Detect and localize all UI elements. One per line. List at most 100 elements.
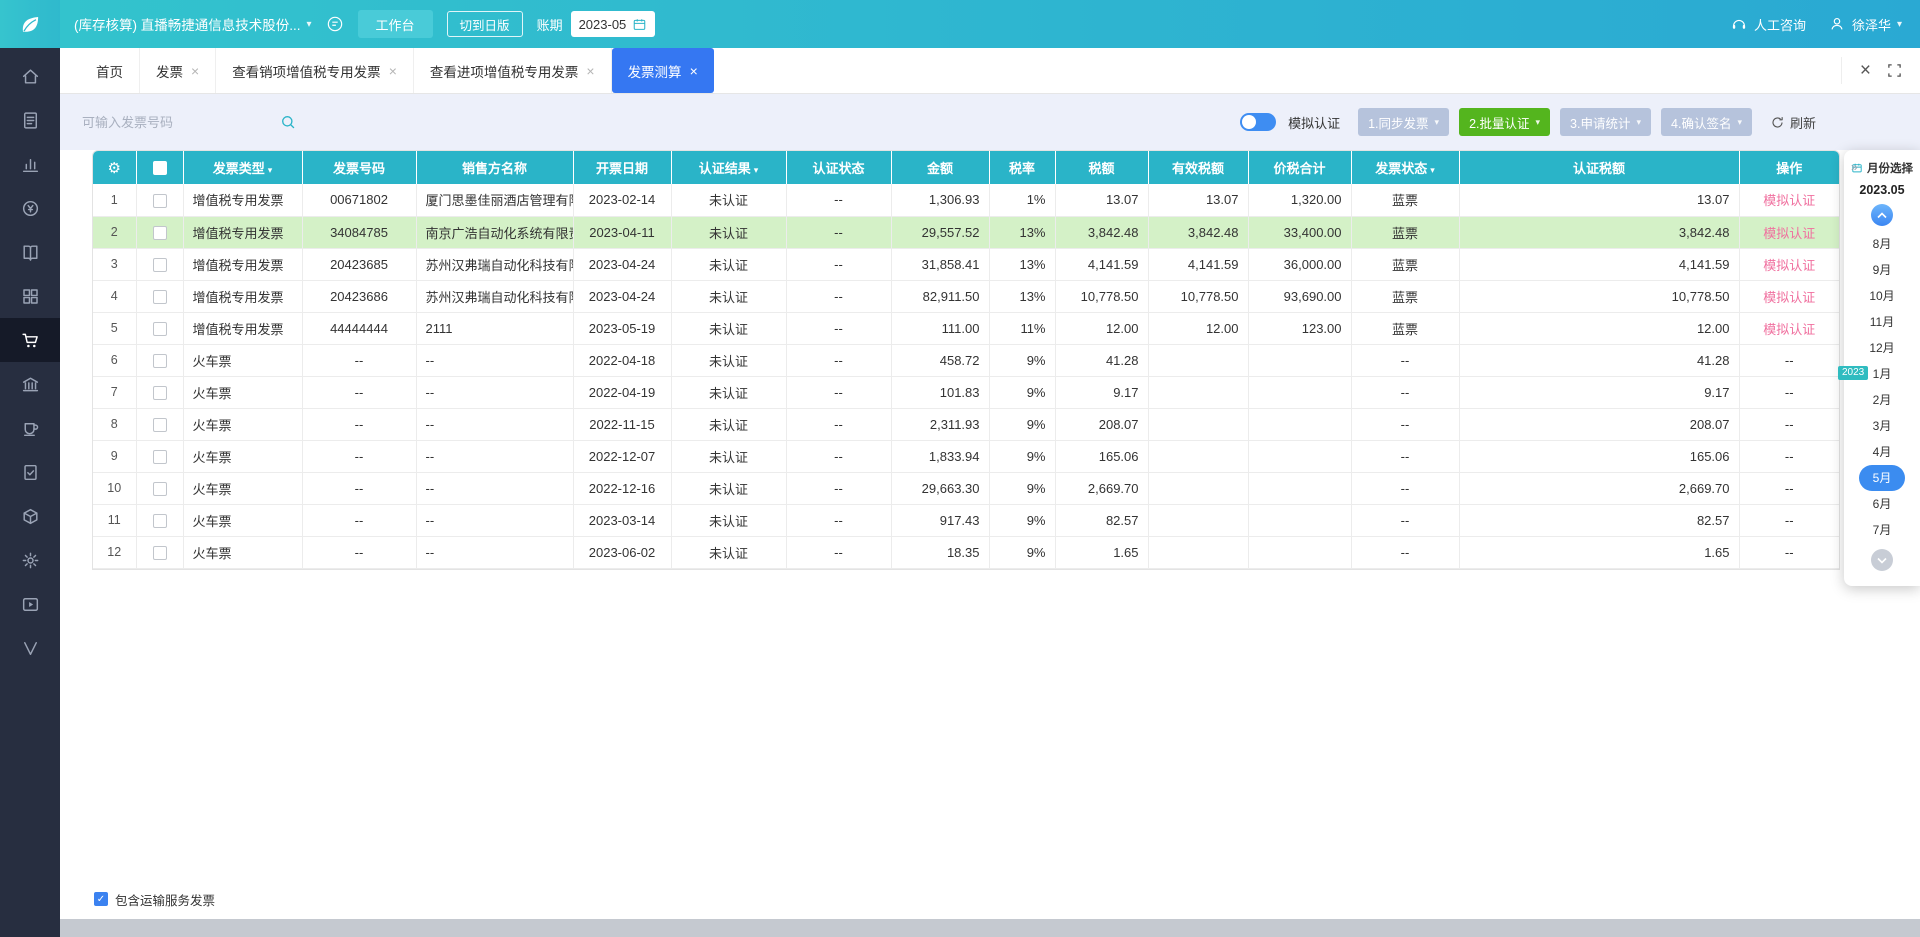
- row-checkbox[interactable]: [152, 225, 167, 240]
- sidebar-item-home[interactable]: [0, 54, 60, 98]
- column-header-label: 发票状态: [1375, 161, 1428, 176]
- column-header-valid-tax[interactable]: 有效税额: [1148, 151, 1249, 184]
- month-item[interactable]: 11月: [1859, 309, 1905, 335]
- tab-2[interactable]: 查看销项增值税专用发票 ×: [216, 48, 414, 93]
- sidebar-item-brand[interactable]: [0, 626, 60, 670]
- cell-amount: 111.00: [891, 312, 990, 345]
- month-item[interactable]: 9月: [1859, 257, 1905, 283]
- period-picker[interactable]: 2023-05: [570, 11, 656, 37]
- row-checkbox[interactable]: [152, 353, 167, 368]
- row-checkbox[interactable]: [152, 321, 167, 336]
- tab-close-icon[interactable]: ×: [191, 64, 199, 78]
- tab-close-icon[interactable]: ×: [389, 64, 397, 78]
- app-logo[interactable]: [0, 0, 60, 48]
- row-checkbox[interactable]: [152, 257, 167, 272]
- tab-1[interactable]: 发票 ×: [140, 48, 217, 93]
- month-item[interactable]: 10月: [1859, 283, 1905, 309]
- cell-auth-status: --: [786, 248, 892, 281]
- row-checkbox[interactable]: [152, 481, 167, 496]
- sidebar-item-ledger[interactable]: [0, 230, 60, 274]
- sidebar-item-modules[interactable]: [0, 274, 60, 318]
- column-header-tax-amount[interactable]: 税额: [1055, 151, 1149, 184]
- column-header-tax-rate[interactable]: 税率: [989, 151, 1056, 184]
- month-item[interactable]: 7月: [1859, 517, 1905, 543]
- column-header-amount[interactable]: 金额: [891, 151, 990, 184]
- cell-tax-rate: 9%: [989, 536, 1056, 569]
- tab-3[interactable]: 查看进项增值税专用发票 ×: [414, 48, 612, 93]
- row-checkbox[interactable]: [152, 513, 167, 528]
- simulate-auth-link[interactable]: 模拟认证: [1763, 258, 1815, 273]
- column-header-invoice-date[interactable]: 开票日期: [573, 151, 672, 184]
- simulate-auth-link[interactable]: 模拟认证: [1763, 193, 1815, 208]
- cell-amount: 1,306.93: [891, 184, 990, 217]
- sidebar-item-purchase[interactable]: [0, 318, 60, 362]
- tab-0[interactable]: 首页: [80, 48, 140, 93]
- sidebar-item-invoice[interactable]: [0, 98, 60, 142]
- row-checkbox[interactable]: [152, 289, 167, 304]
- action-button-4[interactable]: 4.确认签名 ▾: [1661, 108, 1752, 136]
- month-item[interactable]: 12月: [1859, 335, 1905, 361]
- column-settings-gear-icon[interactable]: ⚙: [108, 159, 121, 177]
- notice-icon[interactable]: [326, 15, 344, 33]
- row-checkbox[interactable]: [152, 449, 167, 464]
- column-header-seller-name[interactable]: 销售方名称: [416, 151, 574, 184]
- sidebar-item-settings[interactable]: [0, 538, 60, 582]
- simulate-auth-toggle[interactable]: [1240, 113, 1277, 131]
- simulate-auth-link[interactable]: 模拟认证: [1763, 322, 1815, 337]
- sidebar-item-report[interactable]: [0, 142, 60, 186]
- collapse-panel-icon[interactable]: »: [1851, 160, 1858, 174]
- column-header-auth-status[interactable]: 认证状态: [786, 151, 892, 184]
- refresh-button[interactable]: 刷新: [1770, 113, 1816, 132]
- column-header-auth-tax[interactable]: 认证税额: [1459, 151, 1740, 184]
- scroll-down-button[interactable]: [1871, 549, 1893, 571]
- fullscreen-icon[interactable]: [1887, 63, 1902, 78]
- month-item[interactable]: 8月: [1859, 231, 1905, 257]
- column-header-invoice-number[interactable]: 发票号码: [302, 151, 417, 184]
- tab-close-icon[interactable]: ×: [586, 64, 594, 78]
- simulate-auth-link[interactable]: 模拟认证: [1763, 290, 1815, 305]
- sidebar-item-audit[interactable]: [0, 450, 60, 494]
- column-header-operation[interactable]: 操作: [1739, 151, 1839, 184]
- sidebar-item-service[interactable]: [0, 406, 60, 450]
- filter-caret-icon[interactable]: ▾: [1430, 165, 1435, 175]
- row-checkbox[interactable]: [152, 385, 167, 400]
- action-button-1[interactable]: 1.同步发票 ▾: [1358, 108, 1450, 136]
- month-item[interactable]: 3月: [1859, 413, 1905, 439]
- filter-caret-icon[interactable]: ▾: [754, 165, 759, 175]
- search-input[interactable]: [82, 114, 274, 130]
- month-item[interactable]: 2月: [1859, 387, 1905, 413]
- user-menu[interactable]: 徐泽华 ▾: [1828, 15, 1902, 34]
- filter-caret-icon[interactable]: ▾: [268, 165, 273, 175]
- action-button-3[interactable]: 3.申请统计 ▾: [1560, 108, 1652, 136]
- close-tab-icon[interactable]: ×: [1860, 61, 1871, 80]
- cell-auth-result: 未认证: [671, 472, 787, 505]
- invoice-search: [82, 114, 297, 131]
- tab-4[interactable]: 发票测算 ×: [611, 48, 714, 93]
- row-checkbox[interactable]: [152, 545, 167, 560]
- sidebar-item-cash[interactable]: [0, 186, 60, 230]
- sidebar-item-video[interactable]: [0, 582, 60, 626]
- column-header-total-with-tax[interactable]: 价税合计: [1248, 151, 1352, 184]
- month-item[interactable]: 5月: [1859, 465, 1905, 491]
- column-header-auth-result[interactable]: 认证结果 ▾: [671, 151, 787, 184]
- company-selector[interactable]: (库存核算) 直播畅捷通信息技术股份... ▾: [74, 14, 312, 34]
- sidebar-item-inventory[interactable]: [0, 494, 60, 538]
- row-checkbox[interactable]: [152, 417, 167, 432]
- sidebar-item-asset[interactable]: [0, 362, 60, 406]
- month-item[interactable]: 6月: [1859, 491, 1905, 517]
- select-all-checkbox[interactable]: [152, 161, 167, 176]
- workbench-button[interactable]: 工作台: [357, 10, 433, 38]
- tab-close-icon[interactable]: ×: [690, 64, 698, 78]
- row-checkbox[interactable]: [152, 193, 167, 208]
- column-header-invoice-status[interactable]: 发票状态 ▾: [1351, 151, 1460, 184]
- action-button-2[interactable]: 2.批量认证 ▾: [1459, 108, 1551, 136]
- month-item[interactable]: 4月: [1859, 439, 1905, 465]
- support-link[interactable]: 人工咨询: [1730, 15, 1806, 34]
- scroll-up-button[interactable]: [1871, 204, 1893, 226]
- search-icon[interactable]: [280, 114, 297, 131]
- month-item[interactable]: 1月 2023: [1838, 361, 1905, 387]
- column-header-invoice-type[interactable]: 发票类型 ▾: [183, 151, 303, 184]
- switch-version-button[interactable]: 切到日版: [446, 11, 523, 37]
- simulate-auth-link[interactable]: 模拟认证: [1763, 226, 1815, 241]
- include-transport-checkbox[interactable]: ✓: [94, 892, 108, 906]
